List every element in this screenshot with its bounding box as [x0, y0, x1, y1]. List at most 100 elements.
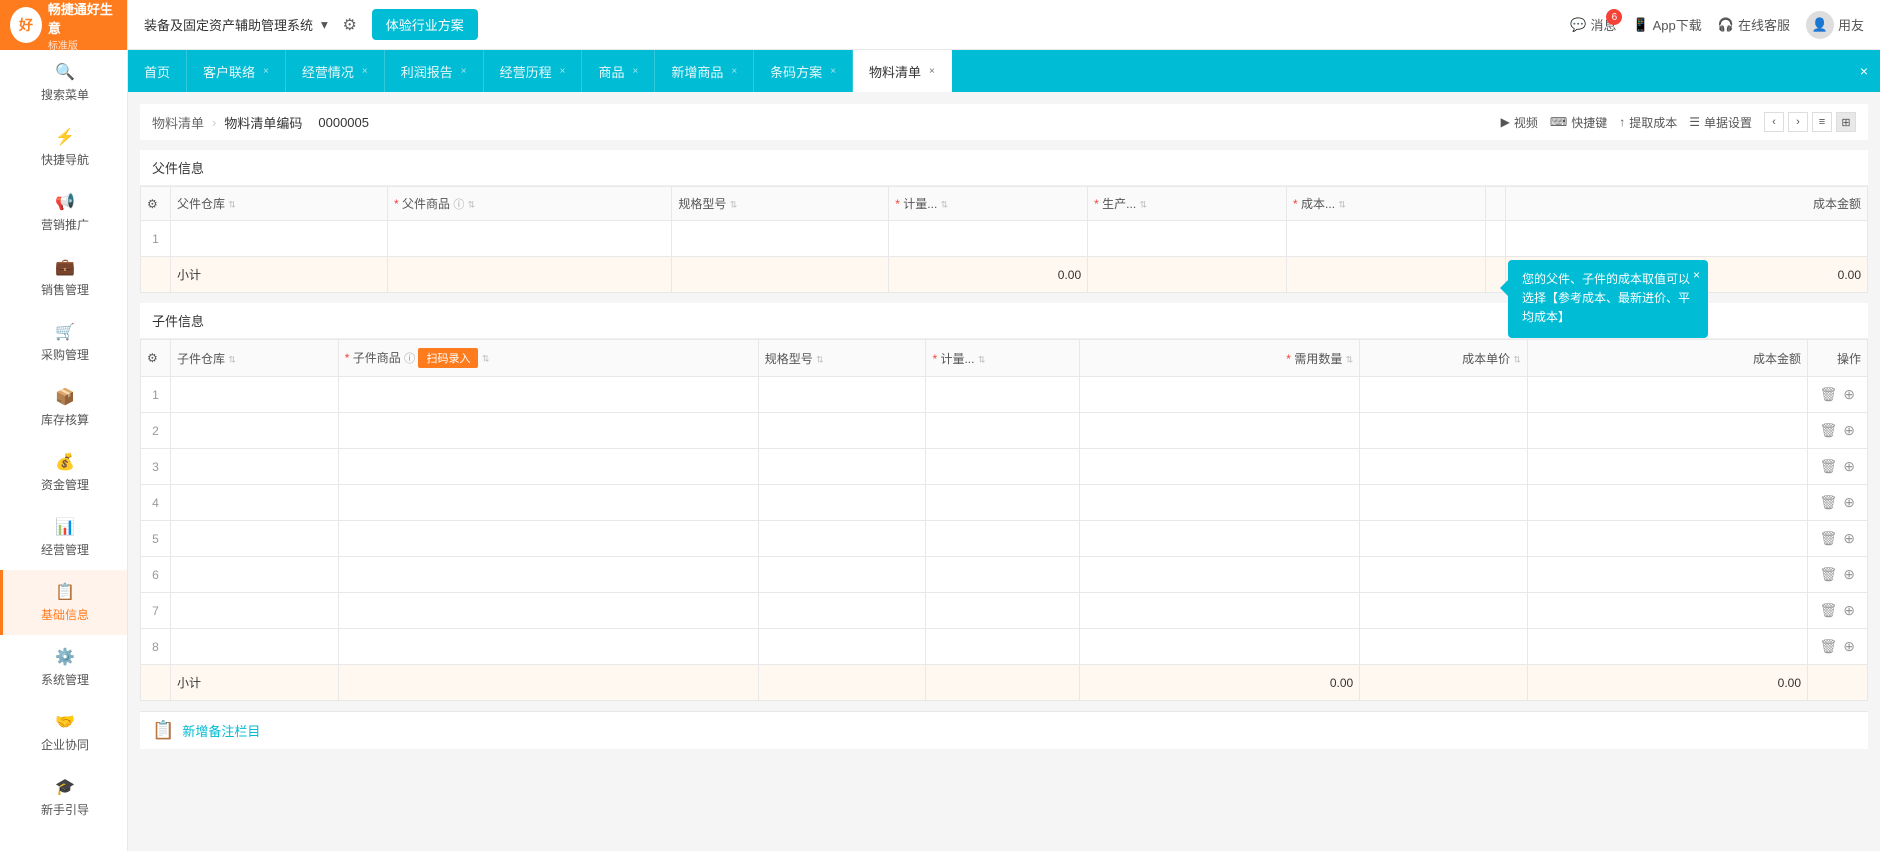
child-row-goods-2[interactable]: [338, 413, 758, 449]
child-row-warehouse-4[interactable]: [171, 485, 339, 521]
parent-row-production[interactable]: [1088, 221, 1287, 257]
child-row-spec-8[interactable]: [758, 629, 926, 665]
add-note-label[interactable]: 新增备注栏目: [182, 721, 260, 740]
delete-icon-8[interactable]: 🗑: [1819, 638, 1837, 655]
child-row-cost-amount-3[interactable]: [1527, 449, 1807, 485]
message-btn[interactable]: 💬 消息 6: [1570, 15, 1616, 34]
sidebar-item-quick-nav[interactable]: ⚡ 快捷导航: [0, 115, 127, 180]
parent-row-spec[interactable]: [672, 221, 889, 257]
extract-cost-action[interactable]: ↑ 提取成本: [1619, 114, 1677, 131]
child-row-warehouse-2[interactable]: [171, 413, 339, 449]
child-row-cost-amount-4[interactable]: [1527, 485, 1807, 521]
sidebar-item-search[interactable]: 🔍 搜索菜单: [0, 50, 127, 115]
delete-icon-1[interactable]: 🗑: [1819, 386, 1837, 403]
child-row-goods-7[interactable]: [338, 593, 758, 629]
sidebar-item-purchase[interactable]: 🛒 采购管理: [0, 310, 127, 375]
child-row-cost-unit-2[interactable]: [1360, 413, 1528, 449]
child-row-unit-4[interactable]: [926, 485, 1080, 521]
child-row-spec-4[interactable]: [758, 485, 926, 521]
tab-bom[interactable]: 物料清单 ×: [853, 50, 952, 92]
delete-icon-5[interactable]: 🗑: [1819, 530, 1837, 547]
child-row-unit-3[interactable]: [926, 449, 1080, 485]
parent-row-warehouse[interactable]: [171, 221, 388, 257]
delete-icon-3[interactable]: 🗑: [1819, 458, 1837, 475]
trial-btn[interactable]: 体验行业方案: [372, 9, 478, 40]
page-prev-btn[interactable]: ‹: [1764, 112, 1784, 132]
tab-customer-close[interactable]: ×: [263, 66, 269, 77]
child-row-spec-3[interactable]: [758, 449, 926, 485]
child-row-spec-7[interactable]: [758, 593, 926, 629]
tab-ops-status[interactable]: 经营情况 ×: [286, 50, 385, 92]
child-row-warehouse-3[interactable]: [171, 449, 339, 485]
user-menu[interactable]: 👤 用友: [1806, 11, 1864, 39]
child-row-unit-7[interactable]: [926, 593, 1080, 629]
child-row-goods-8[interactable]: [338, 629, 758, 665]
child-row-goods-4[interactable]: [338, 485, 758, 521]
sidebar-item-system[interactable]: ⚙️ 系统管理: [0, 635, 127, 700]
child-row-cost-unit-6[interactable]: [1360, 557, 1528, 593]
close-all-tabs-btn[interactable]: ×: [1848, 63, 1880, 79]
child-row-qty-6[interactable]: [1080, 557, 1360, 593]
copy-icon-4[interactable]: ⊕: [1843, 494, 1855, 511]
delete-icon-7[interactable]: 🗑: [1819, 602, 1837, 619]
child-row-unit-1[interactable]: [926, 377, 1080, 413]
tab-profit-close[interactable]: ×: [461, 66, 467, 77]
tab-profit[interactable]: 利润报告 ×: [385, 50, 484, 92]
delete-icon-2[interactable]: 🗑: [1819, 422, 1837, 439]
child-row-goods-6[interactable]: [338, 557, 758, 593]
tab-barcode[interactable]: 条码方案 ×: [754, 50, 853, 92]
child-row-qty-2[interactable]: [1080, 413, 1360, 449]
single-settings-action[interactable]: ☰ 单据设置: [1689, 114, 1752, 131]
child-row-spec-2[interactable]: [758, 413, 926, 449]
sidebar-item-basic-info[interactable]: 📋 基础信息: [0, 570, 127, 635]
tab-customer[interactable]: 客户联络 ×: [187, 50, 286, 92]
tab-ops-history-close[interactable]: ×: [560, 66, 566, 77]
sidebar-item-inventory[interactable]: 📦 库存核算: [0, 375, 127, 440]
child-row-warehouse-5[interactable]: [171, 521, 339, 557]
copy-icon-5[interactable]: ⊕: [1843, 530, 1855, 547]
child-row-warehouse-7[interactable]: [171, 593, 339, 629]
shortcut-action[interactable]: ⌨ 快捷键: [1550, 114, 1607, 131]
copy-icon-1[interactable]: ⊕: [1843, 386, 1855, 403]
delete-icon-4[interactable]: 🗑: [1819, 494, 1837, 511]
sidebar-item-operations[interactable]: 📊 经营管理: [0, 505, 127, 570]
breadcrumb-bom[interactable]: 物料清单: [152, 113, 204, 132]
tooltip-close-btn[interactable]: ×: [1693, 266, 1700, 285]
child-row-cost-amount-6[interactable]: [1527, 557, 1807, 593]
sidebar-item-guide[interactable]: 🎓 新手引导: [0, 765, 127, 830]
child-row-qty-8[interactable]: [1080, 629, 1360, 665]
page-next-btn[interactable]: ›: [1788, 112, 1808, 132]
copy-icon-8[interactable]: ⊕: [1843, 638, 1855, 655]
child-row-unit-8[interactable]: [926, 629, 1080, 665]
scan-input-btn[interactable]: 扫码录入: [418, 348, 478, 368]
page-menu-btn[interactable]: ≡: [1812, 112, 1832, 132]
tab-goods-close[interactable]: ×: [632, 66, 638, 77]
child-row-cost-amount-1[interactable]: [1527, 377, 1807, 413]
child-row-cost-amount-7[interactable]: [1527, 593, 1807, 629]
copy-icon-6[interactable]: ⊕: [1843, 566, 1855, 583]
parent-row-goods[interactable]: [387, 221, 671, 257]
tab-bom-close[interactable]: ×: [929, 66, 935, 77]
app-download-btn[interactable]: 📱 App下载: [1632, 15, 1701, 34]
child-row-spec-6[interactable]: [758, 557, 926, 593]
sidebar-item-sales[interactable]: 💼 销售管理: [0, 245, 127, 310]
child-row-qty-7[interactable]: [1080, 593, 1360, 629]
tab-goods[interactable]: 商品 ×: [582, 50, 655, 92]
child-row-spec-5[interactable]: [758, 521, 926, 557]
child-row-qty-1[interactable]: [1080, 377, 1360, 413]
sidebar-item-enterprise[interactable]: 🤝 企业协同: [0, 700, 127, 765]
child-row-cost-unit-4[interactable]: [1360, 485, 1528, 521]
child-row-goods-5[interactable]: [338, 521, 758, 557]
tab-home[interactable]: 首页: [128, 50, 187, 92]
delete-icon-6[interactable]: 🗑: [1819, 566, 1837, 583]
page-grid-btn[interactable]: ⊞: [1836, 112, 1856, 132]
parent-row-cost-amount[interactable]: [1505, 221, 1867, 257]
tab-new-goods-close[interactable]: ×: [731, 66, 737, 77]
child-row-goods-3[interactable]: [338, 449, 758, 485]
child-row-warehouse-6[interactable]: [171, 557, 339, 593]
tab-barcode-close[interactable]: ×: [830, 66, 836, 77]
child-goods-info-icon[interactable]: ⓘ: [404, 353, 415, 365]
online-service-btn[interactable]: 🎧 在线客服: [1718, 15, 1790, 34]
system-dropdown-btn[interactable]: ▾: [321, 17, 328, 33]
parent-goods-info-icon[interactable]: ⓘ: [453, 199, 464, 211]
